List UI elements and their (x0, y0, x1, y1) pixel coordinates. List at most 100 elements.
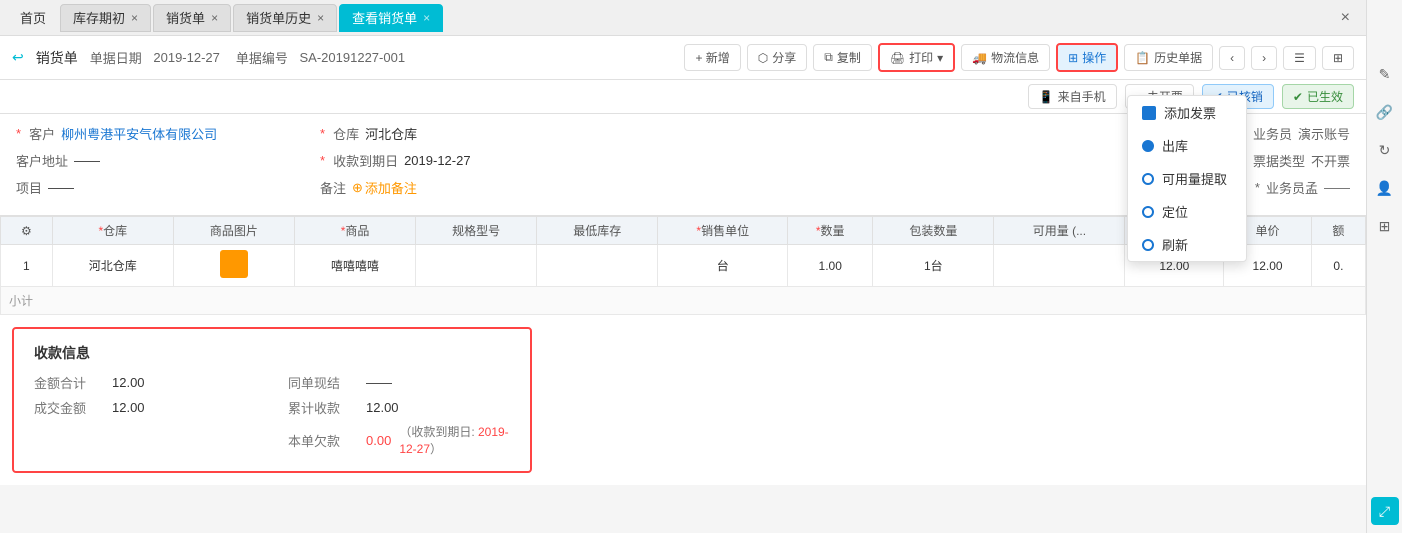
customer-field: * 客户 柳州粤港平安气体有限公司 (16, 124, 296, 143)
date-value: 2019-12-27 (153, 50, 220, 65)
col-pack-qty: 包装数量 (873, 217, 994, 245)
toolbar-meta: 单据日期 2019-12-27 单据编号 SA-20191227-001 (90, 48, 405, 67)
add-invoice-icon (1142, 106, 1156, 120)
outbound-icon (1142, 140, 1154, 152)
transaction-item: 成交金额 12.00 (34, 398, 256, 417)
row-pack-qty: 1台 (873, 245, 994, 287)
row-min-stock (537, 245, 658, 287)
col-amount: 额 (1311, 217, 1365, 245)
arrears-note: （收款到期日: 2019-12-27） (399, 423, 510, 457)
copy-button[interactable]: ⧉ 复制 (813, 44, 872, 71)
dropdown-add-invoice[interactable]: 添加发票 (1128, 96, 1246, 129)
sidebar-edit-icon[interactable]: ✎ (1371, 60, 1399, 88)
view-list-button[interactable]: ☰ (1283, 46, 1316, 70)
address-label: 客户地址 (16, 151, 68, 170)
tab-sales[interactable]: 销货单 × (153, 4, 231, 32)
logistics-button[interactable]: 🚚 物流信息 (961, 44, 1050, 71)
history-icon: 📋 (1135, 51, 1150, 65)
close-view-sales-icon[interactable]: × (423, 11, 430, 25)
outbound-label: 出库 (1162, 136, 1188, 155)
row-sales-unit: 台 (658, 245, 788, 287)
subtotal-label: 小计 (1, 287, 1366, 315)
tab-inventory[interactable]: 库存期初 × (60, 4, 151, 32)
transaction-value: 12.00 (112, 400, 145, 415)
history-button[interactable]: 📋 历史单据 (1124, 44, 1213, 71)
close-inventory-icon[interactable]: × (131, 11, 138, 25)
sidebar-refresh-icon[interactable]: ↻ (1371, 136, 1399, 164)
nav-prev-button[interactable]: ‹ (1219, 46, 1245, 70)
toolbar-right: + 新增 ⬡ 分享 ⧉ 复制 🖨 打印 ▾ 🚚 物流信息 ⊞ 操作 (684, 43, 1354, 72)
ticket-type-field: * 票据类型 不开票 (1242, 151, 1350, 170)
dropdown-refresh[interactable]: 刷新 (1128, 228, 1246, 261)
available-qty-icon (1142, 173, 1154, 185)
sidebar-user-icon[interactable]: 👤 (1371, 174, 1399, 202)
from-phone-button[interactable]: 📱 来自手机 (1028, 84, 1117, 109)
available-qty-label: 可用量提取 (1162, 169, 1227, 188)
sales-label: 销货单 (166, 8, 205, 27)
logistics-icon: 🚚 (972, 51, 987, 65)
view-grid-button[interactable]: ⊞ (1322, 46, 1354, 70)
nav-next-button[interactable]: › (1251, 46, 1277, 70)
col-quantity: *数量 (788, 217, 873, 245)
cumulative-value: 12.00 (366, 400, 399, 415)
dropdown-available-qty[interactable]: 可用量提取 (1128, 162, 1246, 195)
share-button[interactable]: ⬡ 分享 (747, 44, 808, 71)
row-product: 嘻嘻嘻嘻 (294, 245, 415, 287)
refresh-label: 刷新 (1162, 235, 1188, 254)
sales-rep-required: * (1255, 180, 1260, 195)
tab-home[interactable]: 首页 (8, 4, 58, 32)
tab-sales-history[interactable]: 销货单历史 × (233, 4, 337, 32)
sales-rep-field: * 业务员孟 —— (1255, 178, 1350, 197)
sales-rep-value: —— (1324, 180, 1350, 195)
locate-icon (1142, 206, 1154, 218)
due-date-value: 2019-12-27 (404, 153, 471, 168)
due-date-required: * (320, 153, 325, 168)
col-gear[interactable]: ⚙ (1, 217, 53, 245)
locate-label: 定位 (1162, 202, 1188, 221)
staff-field: 业务员 演示账号 (1253, 124, 1350, 143)
payment-title: 收款信息 (34, 343, 510, 363)
sidebar-expand-icon[interactable]: ⤢ (1371, 497, 1399, 525)
arrears-value: 0.00 (366, 433, 391, 448)
due-date-label: 收款到期日 (333, 151, 398, 170)
print-button[interactable]: 🖨 打印 ▾ (878, 43, 955, 72)
sales-history-label: 销货单历史 (246, 8, 311, 27)
tab-view-sales[interactable]: 查看销货单 × (339, 4, 443, 32)
col-product-img: 商品图片 (173, 217, 294, 245)
sidebar-link-icon[interactable]: 🔗 (1371, 98, 1399, 126)
row-spec (416, 245, 537, 287)
customer-label: 客户 (29, 124, 55, 143)
note-label: 备注 (320, 178, 346, 197)
new-button[interactable]: + 新增 (684, 44, 740, 71)
address-field: 客户地址 —— (16, 151, 296, 170)
close-sales-history-icon[interactable]: × (317, 11, 324, 25)
doc-title: 销货单 (36, 48, 78, 68)
total-value: 12.00 (112, 375, 145, 390)
copy-icon: ⧉ (824, 50, 833, 65)
col-warehouse: *仓库 (52, 217, 173, 245)
add-note-button[interactable]: ⊕ 添加备注 (352, 178, 417, 197)
view-sales-label: 查看销货单 (352, 8, 417, 27)
effective-button[interactable]: ✔ 已生效 (1282, 84, 1354, 109)
window-close-button[interactable]: × (1333, 9, 1358, 27)
warehouse-value: 河北仓库 (365, 124, 417, 143)
close-sales-icon[interactable]: × (211, 11, 218, 25)
ops-button[interactable]: ⊞ 操作 (1056, 43, 1118, 72)
toolbar: ↩ 销货单 单据日期 2019-12-27 单据编号 SA-20191227-0… (0, 36, 1366, 80)
dropdown-outbound[interactable]: 出库 (1128, 129, 1246, 162)
dropdown-locate[interactable]: 定位 (1128, 195, 1246, 228)
customer-value[interactable]: 柳州粤港平安气体有限公司 (61, 124, 217, 143)
project-field: 项目 —— (16, 178, 296, 197)
share-icon: ⬡ (758, 51, 768, 65)
transaction-label: 成交金额 (34, 398, 104, 417)
home-label: 首页 (20, 8, 46, 27)
toolbar-left: ↩ 销货单 单据日期 2019-12-27 单据编号 SA-20191227-0… (12, 48, 676, 68)
col-min-stock: 最低库存 (537, 217, 658, 245)
cumulative-label: 累计收款 (288, 398, 358, 417)
sidebar-table-icon[interactable]: ⊞ (1371, 212, 1399, 240)
tab-bar: 首页 库存期初 × 销货单 × 销货单历史 × 查看销货单 × × (0, 0, 1366, 36)
address-value: —— (74, 153, 100, 168)
row-quantity: 1.00 (788, 245, 873, 287)
total-label: 金额合计 (34, 373, 104, 392)
same-order-item: 同单现结 —— (288, 373, 510, 392)
